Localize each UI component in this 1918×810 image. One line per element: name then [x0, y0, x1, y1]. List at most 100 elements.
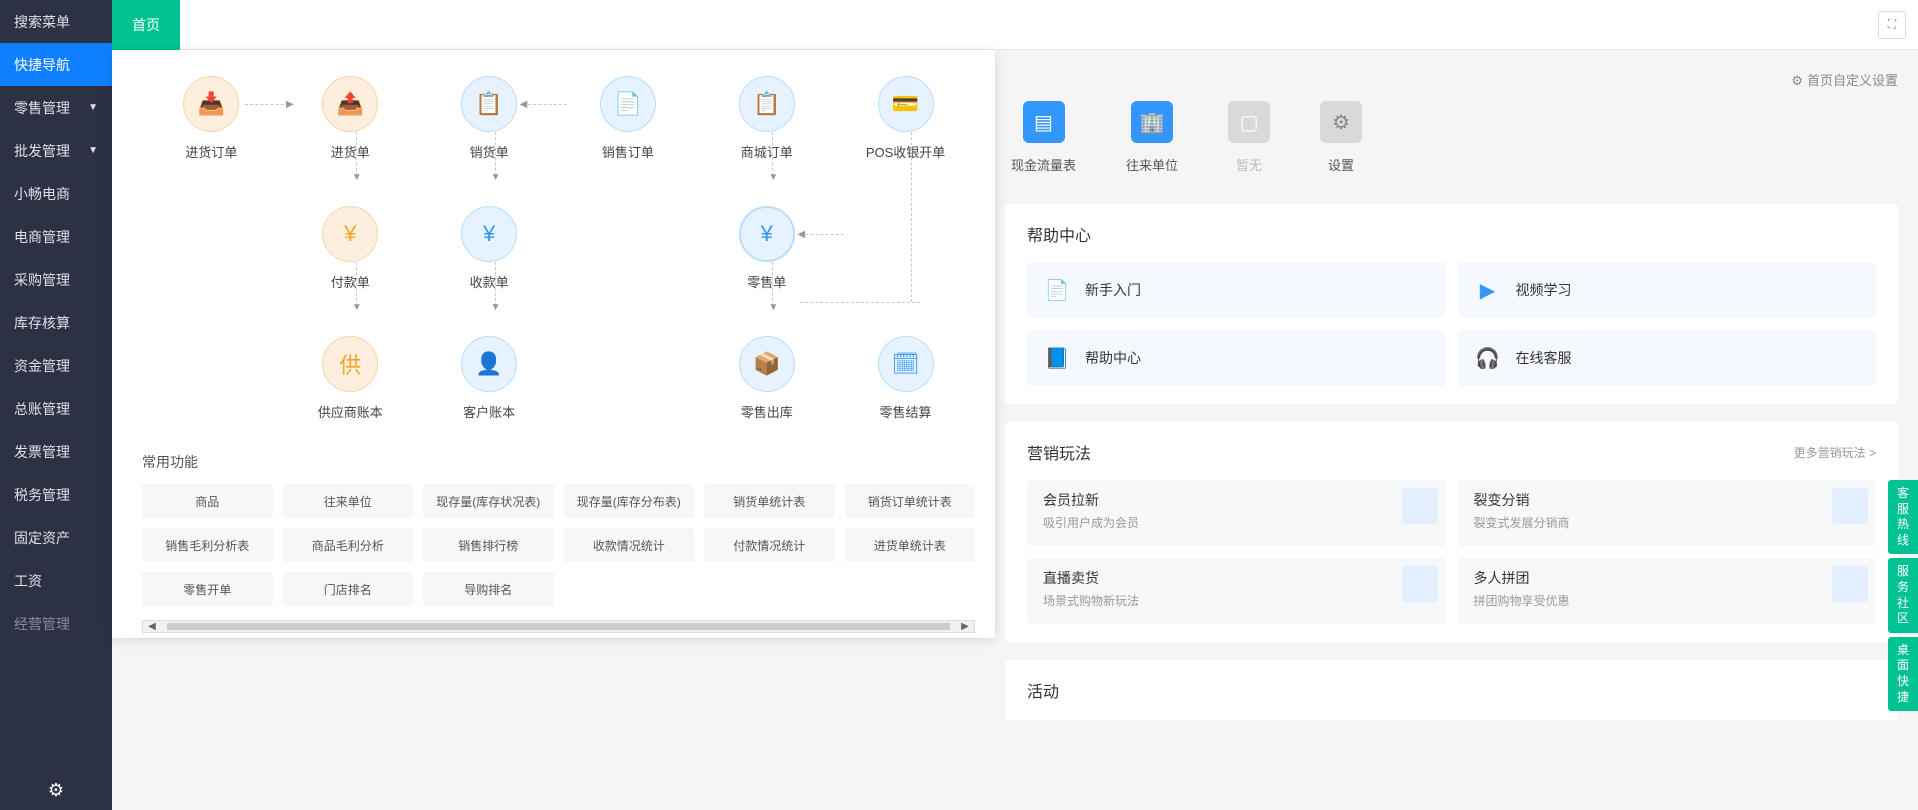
doc-out-icon: 📤 — [322, 76, 378, 132]
common-btn[interactable]: 现存量(库存分布表) — [564, 484, 695, 518]
decor-icon — [1832, 566, 1868, 602]
flow-node-retail[interactable]: ¥ 零售单 ◀ ▼ — [697, 206, 836, 336]
tabs-bar: 首页 ⛶ — [112, 0, 1918, 50]
common-btn[interactable]: 销售毛利分析表 — [142, 528, 273, 562]
common-btn[interactable]: 进货单统计表 — [845, 528, 976, 562]
sidebar-item-assets[interactable]: 固定资产 — [0, 516, 112, 559]
gear-icon: ⚙ — [48, 780, 64, 801]
marketing-item-group[interactable]: 多人拼团拼团购物享受优惠 — [1458, 558, 1877, 624]
sidebar-settings[interactable]: ⚙ — [0, 770, 112, 810]
flow-node-payment[interactable]: ¥ 付款单 ▼ — [281, 206, 420, 336]
tab-home[interactable]: 首页 — [112, 0, 180, 50]
activity-card: 活动 — [1005, 660, 1898, 720]
sidebar-item-quicknav[interactable]: 快捷导航 — [0, 43, 112, 86]
sidebar-item-inventory[interactable]: 库存核算 — [0, 301, 112, 344]
sidebar-item-ledger[interactable]: 总账管理 — [0, 387, 112, 430]
sidebar-item-salary[interactable]: 工资 — [0, 559, 112, 602]
sidebar-item-tax[interactable]: 税务管理 — [0, 473, 112, 516]
home-custom-settings-link[interactable]: ⚙首页自定义设置 — [1005, 70, 1898, 89]
flow-node-retail-settle[interactable]: 🗓 零售结算 — [836, 336, 975, 446]
common-btn[interactable]: 销货单统计表 — [704, 484, 835, 518]
book-icon: 📘 — [1043, 344, 1071, 372]
gear-icon: ⚙ — [1320, 101, 1362, 143]
shortcuts-row: ▤ 现金流量表 🏢 往来单位 ▢ 暂无 ⚙ 设置 — [1005, 101, 1898, 174]
float-community[interactable]: 服务社区 — [1888, 558, 1918, 632]
calendar-icon: 🗓 — [878, 336, 934, 392]
shortcut-cashflow[interactable]: ▤ 现金流量表 — [1011, 101, 1076, 174]
scroll-right-button[interactable]: ▶ — [956, 621, 974, 632]
flow-node-purchase-order[interactable]: 📥 进货订单 ▶ — [142, 76, 281, 206]
float-desktop[interactable]: 桌面快捷 — [1888, 637, 1918, 711]
sidebar-item-ecom[interactable]: 电商管理 — [0, 215, 112, 258]
sidebar-item-xc-ecom[interactable]: 小畅电商 — [0, 172, 112, 215]
flow-node-purchase[interactable]: 📤 进货单 ▼ — [281, 76, 420, 206]
sidebar-item-wholesale[interactable]: 批发管理▼ — [0, 129, 112, 172]
flow-node-supplier-ledger[interactable]: 供 供应商账本 — [281, 336, 420, 446]
doc-icon: 📄 — [1043, 276, 1071, 304]
common-title: 常用功能 — [142, 452, 975, 472]
sidebar-item-invoice[interactable]: 发票管理 — [0, 430, 112, 473]
card-title: 帮助中心 — [1027, 222, 1091, 246]
marketing-more-link[interactable]: 更多营销玩法 > — [1794, 444, 1876, 461]
scroll-left-button[interactable]: ◀ — [143, 621, 161, 632]
help-item-support[interactable]: 🎧在线客服 — [1458, 330, 1877, 386]
flow-node-mall-order[interactable]: 📋 商城订单 ▼ — [697, 76, 836, 206]
headset-icon: 🎧 — [1474, 344, 1502, 372]
flow-node-retail-out[interactable]: 📦 零售出库 — [697, 336, 836, 446]
flow-node-sales[interactable]: 📋 销货单 ◀ ▼ — [420, 76, 559, 206]
doc-icon: 📄 — [600, 76, 656, 132]
help-item-video[interactable]: ▶视频学习 — [1458, 262, 1877, 318]
float-buttons: 客服热线 服务社区 桌面快捷 — [1888, 480, 1918, 711]
marketing-item-live[interactable]: 直播卖货场景式购物新玩法 — [1027, 558, 1446, 624]
help-item-beginner[interactable]: 📄新手入门 — [1027, 262, 1446, 318]
flow-node-sales-order[interactable]: 📄 销售订单 — [558, 76, 697, 206]
horizontal-scrollbar[interactable]: ◀ ▶ — [142, 620, 975, 633]
common-btn[interactable]: 现存量(库存状况表) — [423, 484, 554, 518]
decor-icon — [1402, 488, 1438, 524]
flow-node-customer-ledger[interactable]: 👤 客户账本 — [420, 336, 559, 446]
flow-node-pos[interactable]: 💳 POS收银开单 — [836, 76, 975, 206]
common-btn[interactable]: 商品 — [142, 484, 273, 518]
common-btn[interactable]: 销货订单统计表 — [845, 484, 976, 518]
fullscreen-button[interactable]: ⛶ — [1878, 11, 1906, 39]
shortcut-partners[interactable]: 🏢 往来单位 — [1126, 101, 1178, 174]
common-btn[interactable]: 零售开单 — [142, 572, 273, 606]
marketing-card: 营销玩法 更多营销玩法 > 会员拉新吸引用户成为会员 裂变分销裂变式发展分销商 … — [1005, 422, 1898, 642]
main-right-column: ⚙首页自定义设置 ▤ 现金流量表 🏢 往来单位 ▢ 暂无 ⚙ 设置 帮助中心 📄… — [995, 50, 1918, 810]
fullscreen-icon: ⛶ — [1888, 17, 1896, 32]
common-btn[interactable]: 往来单位 — [283, 484, 414, 518]
marketing-item-member[interactable]: 会员拉新吸引用户成为会员 — [1027, 480, 1446, 546]
sidebar-item-operation[interactable]: 经营管理 — [0, 602, 112, 645]
float-hotline[interactable]: 客服热线 — [1888, 480, 1918, 554]
pos-icon: 💳 — [878, 76, 934, 132]
caret-down-icon: ▼ — [88, 145, 98, 156]
sidebar-item-procure[interactable]: 采购管理 — [0, 258, 112, 301]
common-btn[interactable]: 商品毛利分析 — [283, 528, 414, 562]
common-btn[interactable]: 导购排名 — [423, 572, 554, 606]
decor-icon — [1402, 566, 1438, 602]
cashflow-icon: ▤ — [1023, 101, 1065, 143]
sidebar-item-search[interactable]: 搜索菜单 — [0, 0, 112, 43]
quicknav-flyout: 📥 进货订单 ▶ 📤 进货单 ▼ 📋 销货单 ◀ ▼ 📄 销售订单 📋 — [112, 50, 995, 638]
sidebar-item-retail[interactable]: 零售管理▼ — [0, 86, 112, 129]
gear-icon: ⚙ — [1791, 73, 1803, 88]
scroll-thumb[interactable] — [167, 623, 950, 630]
flow-node-receipt[interactable]: ¥ 收款单 ▼ — [420, 206, 559, 336]
common-functions: 常用功能 商品 往来单位 现存量(库存状况表) 现存量(库存分布表) 销货单统计… — [142, 452, 975, 606]
person-icon: 👤 — [461, 336, 517, 392]
marketing-item-fission[interactable]: 裂变分销裂变式发展分销商 — [1458, 480, 1877, 546]
decor-icon — [1832, 488, 1868, 524]
shortcut-empty: ▢ 暂无 — [1228, 101, 1270, 174]
common-btn[interactable]: 门店排名 — [283, 572, 414, 606]
help-item-center[interactable]: 📘帮助中心 — [1027, 330, 1446, 386]
card-title: 营销玩法 — [1027, 440, 1091, 464]
sidebar-item-funds[interactable]: 资金管理 — [0, 344, 112, 387]
sidebar: 搜索菜单 快捷导航 零售管理▼ 批发管理▼ 小畅电商 电商管理 采购管理 库存核… — [0, 0, 112, 810]
list-icon: 📋 — [739, 76, 795, 132]
supplier-icon: 供 — [322, 336, 378, 392]
common-btn[interactable]: 销售排行榜 — [423, 528, 554, 562]
common-btn[interactable]: 付款情况统计 — [704, 528, 835, 562]
shortcut-settings[interactable]: ⚙ 设置 — [1320, 101, 1362, 174]
money-icon: ¥ — [739, 206, 795, 262]
common-btn[interactable]: 收款情况统计 — [564, 528, 695, 562]
